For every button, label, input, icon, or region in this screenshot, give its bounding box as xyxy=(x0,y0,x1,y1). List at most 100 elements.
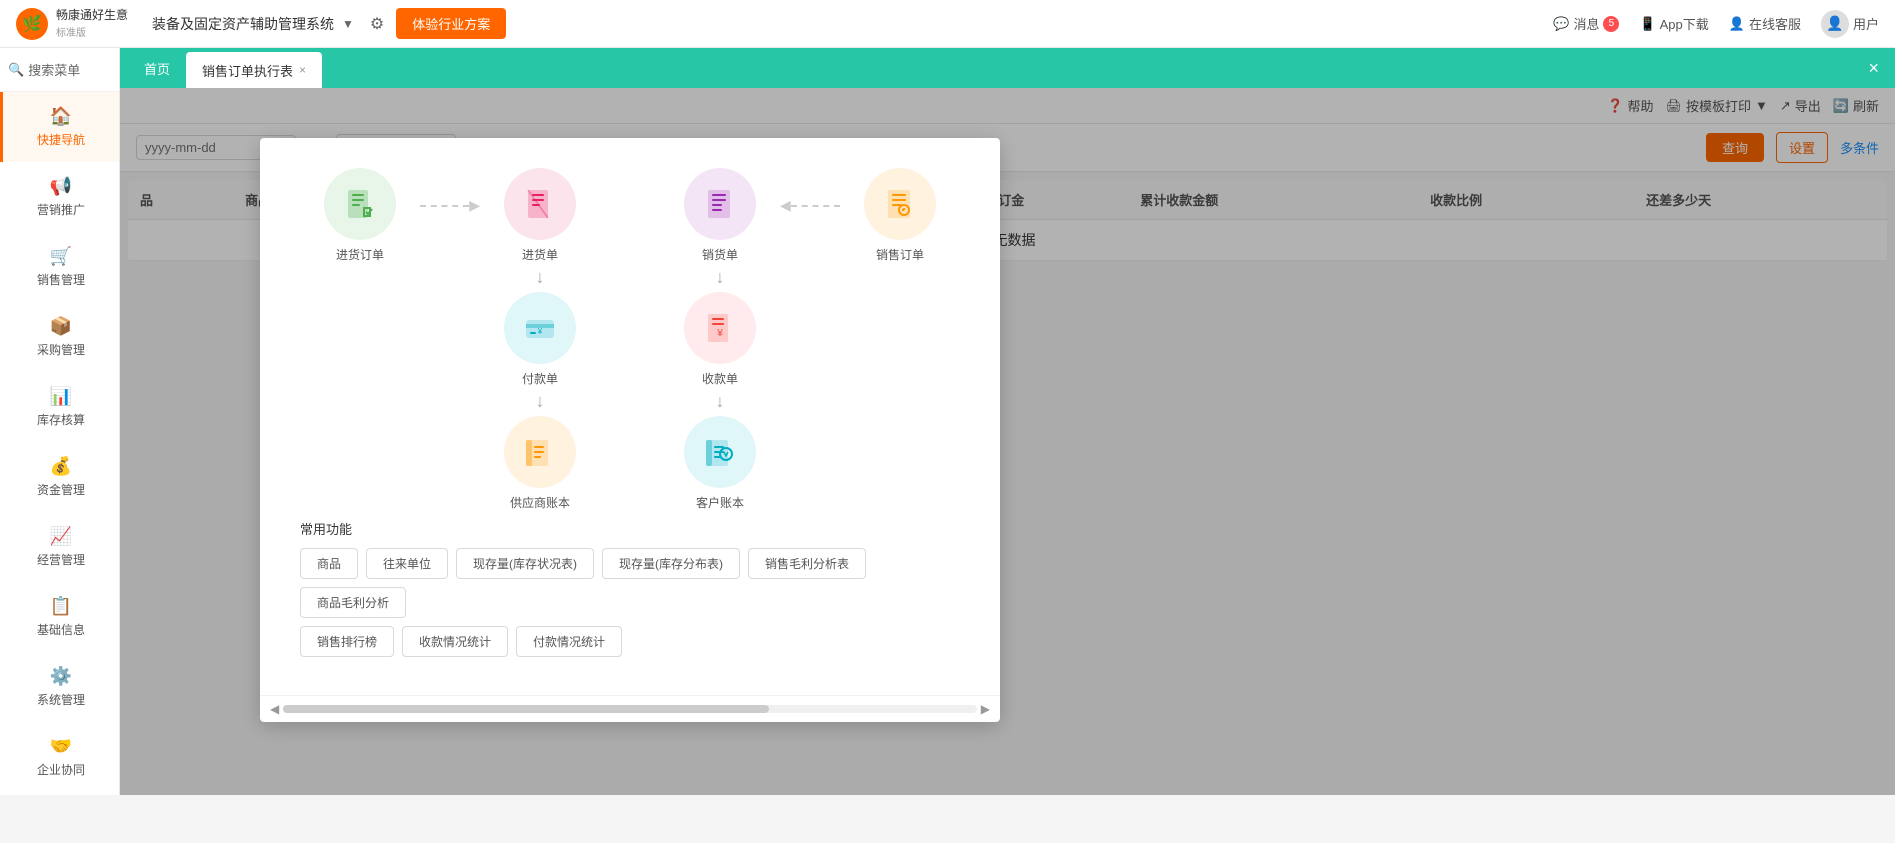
settings-btn[interactable]: ⚙ xyxy=(370,14,384,34)
trend-icon: 📈 xyxy=(50,526,72,547)
system-dropdown-btn[interactable]: ▼ xyxy=(342,17,354,31)
func-btn-sales-rank[interactable]: 销售排行榜 xyxy=(300,626,394,657)
sidebar-item-operation[interactable]: 📈 经营管理 xyxy=(0,512,119,582)
purchase-order-label: 进货订单 xyxy=(336,246,384,263)
tab-home-label: 首页 xyxy=(144,59,170,78)
func-btn-product[interactable]: 商品 xyxy=(300,548,358,579)
sidebar-item-inventory[interactable]: 📊 库存核算 xyxy=(0,372,119,442)
func-btn-payment-stat[interactable]: 付款情况统计 xyxy=(516,626,622,657)
svg-text:¥: ¥ xyxy=(716,328,723,339)
message-label: 消息 xyxy=(1573,14,1599,33)
func-btn-product-gross[interactable]: 商品毛利分析 xyxy=(300,587,406,618)
purchase-receipt-icon xyxy=(504,168,576,240)
scroll-left-icon[interactable]: ◀ xyxy=(270,702,279,716)
chart-icon: 📊 xyxy=(50,386,72,407)
sidebar-item-system[interactable]: ⚙️ 系统管理 xyxy=(0,652,119,722)
sidebar-item-sales[interactable]: 🛒 销售管理 xyxy=(0,232,119,302)
workflow-row-3: 供应商账本 客户账本 xyxy=(300,416,960,511)
tab-close-icon[interactable]: × xyxy=(299,63,306,77)
sidebar-item-label: 资金管理 xyxy=(37,481,85,498)
func-btn-stock-dist[interactable]: 现存量(库存分布表) xyxy=(602,548,740,579)
sidebar-item-purchase[interactable]: 📦 采购管理 xyxy=(0,302,119,372)
sidebar-item-label: 营销推广 xyxy=(37,201,85,218)
supplier-book-icon xyxy=(504,416,576,488)
scrollbar-track[interactable] xyxy=(283,705,977,713)
trial-btn[interactable]: 体验行业方案 xyxy=(396,8,506,39)
arrow-down-receipt2: ↓ xyxy=(660,391,780,412)
phone-icon: 📱 xyxy=(1639,16,1655,32)
workflow-arrows-down-2: ↓ ↓ xyxy=(300,391,960,412)
func-btn-receipt-stat[interactable]: 收款情况统计 xyxy=(402,626,508,657)
func-btn-counterpart[interactable]: 往来单位 xyxy=(366,548,448,579)
sidebar-item-enterprise[interactable]: 🤝 企业协同 xyxy=(0,722,119,792)
modal-body: 进货订单 ▶ xyxy=(260,138,1000,695)
sidebar-item-quick-nav[interactable]: 🏠 快捷导航 xyxy=(0,92,119,162)
online-service-label: 在线客服 xyxy=(1749,14,1801,33)
wf-node-sales-order[interactable]: 销售订单 xyxy=(840,168,960,263)
arrow-down-receipt: ↓ xyxy=(480,267,600,288)
avatar: 👤 xyxy=(1821,10,1849,38)
workflow-diagram: 进货订单 ▶ xyxy=(300,168,960,511)
wf-node-purchase-order[interactable]: 进货订单 xyxy=(300,168,420,263)
wf-node-supplier-book[interactable]: 供应商账本 xyxy=(480,416,600,511)
arrow-down-bill: ↓ xyxy=(660,267,780,288)
sidebar-item-basic-info[interactable]: 📋 基础信息 xyxy=(0,582,119,652)
func-btn-stock-status[interactable]: 现存量(库存状况表) xyxy=(456,548,594,579)
wf-node-purchase-receipt[interactable]: 进货单 xyxy=(480,168,600,263)
sidebar-search[interactable]: 🔍 搜索菜单 xyxy=(0,48,119,92)
sidebar-item-label: 基础信息 xyxy=(37,621,85,638)
handshake-icon: 🤝 xyxy=(50,736,72,757)
top-header: 🌿 畅康通好生意 标准版 装备及固定资产辅助管理系统 ▼ ⚙ 体验行业方案 💬 … xyxy=(0,0,1895,48)
svg-text:¥: ¥ xyxy=(537,327,543,336)
main-layout: 🔍 搜索菜单 🏠 快捷导航 📢 营销推广 🛒 销售管理 📦 采购管理 📊 库存核… xyxy=(0,48,1895,795)
purchase-order-icon xyxy=(324,168,396,240)
app-download-action[interactable]: 📱 App下载 xyxy=(1639,14,1708,33)
workflow-row-2: ¥ 付款单 ¥ 收款单 xyxy=(300,292,960,387)
header-right: 💬 消息 5 📱 App下载 👤 在线客服 👤 用户 xyxy=(1553,10,1879,38)
scroll-right-icon[interactable]: ▶ xyxy=(981,702,990,716)
tab-bar-close-btn[interactable]: × xyxy=(1860,58,1887,79)
cart-icon: 🛒 xyxy=(50,246,72,267)
modal-scrollbar: ◀ ▶ xyxy=(260,695,1000,722)
logo-sub: 标准版 xyxy=(56,24,128,39)
message-badge: 5 xyxy=(1603,16,1619,32)
sidebar-item-finance[interactable]: 💰 资金管理 xyxy=(0,442,119,512)
modal-overlay[interactable]: 进货订单 ▶ xyxy=(120,88,1895,795)
message-icon: 💬 xyxy=(1553,16,1569,32)
wf-node-customer-book[interactable]: 客户账本 xyxy=(660,416,780,511)
wf-node-receipt[interactable]: ¥ 收款单 xyxy=(660,292,780,387)
content-area: ❓ 帮助 🖨 按模板打印 ▼ ↗ 导出 🔄 刷新 xyxy=(120,88,1895,795)
sidebar-item-marketing[interactable]: 📢 营销推广 xyxy=(0,162,119,232)
sidebar: 🔍 搜索菜单 🏠 快捷导航 📢 营销推广 🛒 销售管理 📦 采购管理 📊 库存核… xyxy=(0,48,120,795)
workflow-row-1: 进货订单 ▶ xyxy=(300,168,960,263)
tab-sales-order-label: 销售订单执行表 xyxy=(202,61,293,80)
logo-area: 🌿 畅康通好生意 标准版 xyxy=(16,8,136,40)
arrow-sales-order-to-bill: ◀ xyxy=(780,197,840,234)
func-btn-sales-gross[interactable]: 销售毛利分析表 xyxy=(748,548,866,579)
sales-bill-label: 销货单 xyxy=(702,246,738,263)
sales-order-label: 销售订单 xyxy=(876,246,924,263)
money-icon: 💰 xyxy=(50,456,72,477)
scrollbar-thumb xyxy=(283,705,768,713)
online-service-action[interactable]: 👤 在线客服 xyxy=(1729,14,1801,33)
search-icon: 🔍 xyxy=(8,62,24,78)
logo-icon: 🌿 xyxy=(16,8,48,40)
wf-node-payment[interactable]: ¥ 付款单 xyxy=(480,292,600,387)
app-download-label: App下载 xyxy=(1660,14,1709,33)
sidebar-item-label: 快捷导航 xyxy=(37,131,85,148)
gear-icon: ⚙️ xyxy=(50,666,72,687)
tab-sales-order[interactable]: 销售订单执行表 × xyxy=(186,52,322,88)
search-label: 搜索菜单 xyxy=(28,60,80,79)
megaphone-icon: 📢 xyxy=(50,176,72,197)
wf-node-sales-bill[interactable]: 销货单 xyxy=(660,168,780,263)
arrow-purchase-to-receipt: ▶ xyxy=(420,197,480,234)
sidebar-item-label: 经营管理 xyxy=(37,551,85,568)
logo-text: 畅康通好生意 xyxy=(56,8,128,24)
sales-bill-icon xyxy=(684,168,756,240)
sidebar-item-label: 系统管理 xyxy=(37,691,85,708)
message-action[interactable]: 💬 消息 5 xyxy=(1553,14,1619,33)
customer-book-icon xyxy=(684,416,756,488)
tab-home[interactable]: 首页 xyxy=(128,48,186,88)
supplier-book-label: 供应商账本 xyxy=(510,494,570,511)
user-action[interactable]: 👤 用户 xyxy=(1821,10,1879,38)
